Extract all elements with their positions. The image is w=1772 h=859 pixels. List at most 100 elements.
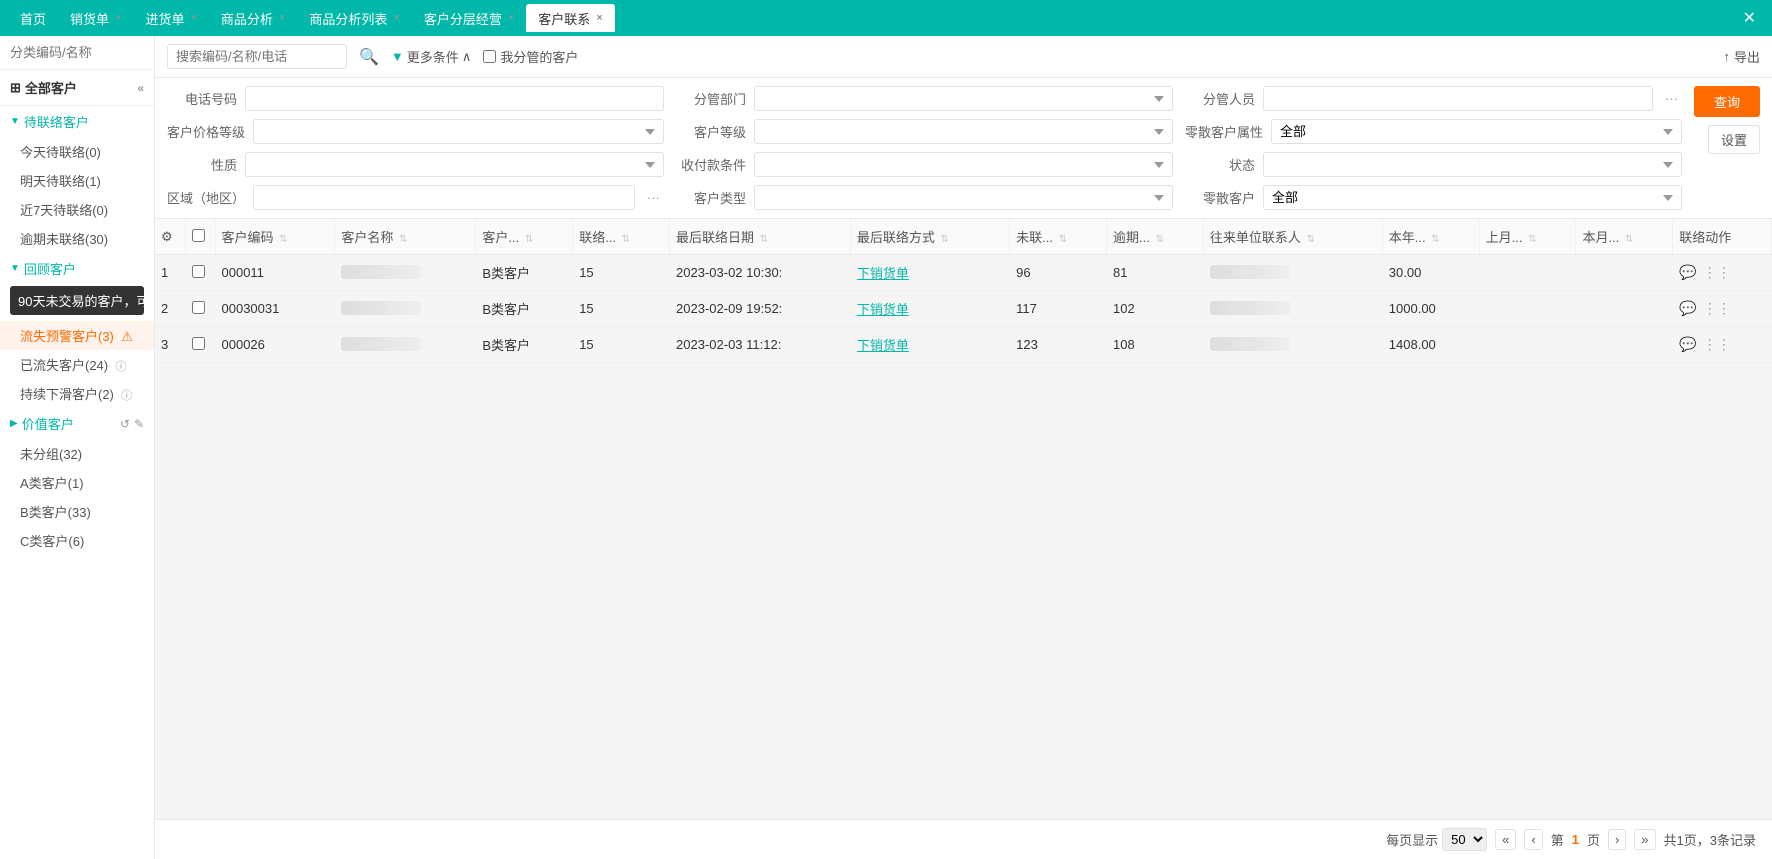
sidebar-item-tomorrow[interactable]: 明天待联络(1) [0, 166, 154, 195]
gender-select[interactable] [245, 152, 664, 177]
zero-attr-select[interactable]: 全部 [1271, 119, 1682, 144]
collapse-icon[interactable]: « [137, 81, 144, 95]
col-current-year[interactable]: 本年... ⇅ [1382, 219, 1479, 255]
row-checkbox-2[interactable] [185, 327, 215, 363]
action-chat-icon-2[interactable]: 💬 [1679, 336, 1696, 353]
sidebar-item-churn-warning[interactable]: 流失预警客户(3) ⚠ [0, 321, 154, 350]
region-input[interactable] [253, 185, 635, 210]
filter-search-input[interactable] [167, 44, 347, 69]
sidebar-all-customers[interactable]: ⊞ 全部客户 « [0, 70, 154, 106]
my-customers-checkbox-label[interactable]: 我分管的客户 [483, 47, 578, 66]
col-last-date[interactable]: 最后联络日期 ⇅ [670, 219, 851, 255]
phone-input[interactable] [245, 86, 664, 111]
query-button[interactable]: 查询 [1694, 86, 1760, 117]
row-last-method-1[interactable]: 下销货单 [850, 291, 1009, 327]
sidebar-item-churned[interactable]: 已流失客户(24) ⓘ [0, 350, 154, 379]
sidebar-group-review[interactable]: ▼ 回顾客户 [0, 253, 154, 284]
table-scroll-wrap[interactable]: ⚙ 客户编码 ⇅ 客户名称 ⇅ [155, 219, 1772, 819]
col-no-contact[interactable]: 未联... ⇅ [1010, 219, 1107, 255]
action-chat-icon-1[interactable]: 💬 [1679, 300, 1696, 317]
row-checkbox-0[interactable] [185, 255, 215, 291]
export-button[interactable]: ↑ 导出 [1723, 47, 1760, 66]
sidebar-search-input[interactable] [10, 45, 155, 60]
sidebar: 🔍 ⊞ 全部客户 « ▼ 待联络客户 今天待联络(0) 明天待联络(1) 近7天… [0, 36, 155, 859]
sidebar-item-class-a[interactable]: A类客户(1) [0, 468, 154, 497]
row-cur-month-0 [1576, 255, 1673, 291]
col-checkbox[interactable] [185, 219, 215, 255]
nav-tab-goods-list-close[interactable]: × [393, 12, 399, 24]
nav-tab-customer-layer-close[interactable]: × [508, 12, 514, 24]
col-last-month[interactable]: 上月... ⇅ [1479, 219, 1576, 255]
zero-customer-select[interactable]: 全部 [1263, 185, 1682, 210]
nav-tab-customer-layer[interactable]: 客户分层经营 × [412, 4, 526, 32]
col-name[interactable]: 客户名称 ⇅ [335, 219, 476, 255]
refresh-icon[interactable]: ↺ [120, 417, 130, 431]
prev-page-button[interactable]: ‹ [1524, 829, 1542, 850]
nav-tab-home[interactable]: 首页 [8, 4, 58, 32]
nav-tab-goods-list[interactable]: 商品分析列表 × [297, 4, 411, 32]
row-person-0 [1203, 255, 1382, 291]
row-last-method-0[interactable]: 下销货单 [850, 255, 1009, 291]
status-select[interactable] [1263, 152, 1682, 177]
table-settings-icon[interactable]: ⚙ [161, 229, 173, 244]
next-page-button[interactable]: › [1608, 829, 1626, 850]
sidebar-group-pending[interactable]: ▼ 待联络客户 [0, 106, 154, 137]
filter-search-button[interactable]: 🔍 [359, 47, 379, 67]
more-conditions-button[interactable]: ▼ 更多条件 ∧ [391, 47, 471, 66]
nav-tab-sales-close[interactable]: × [115, 12, 121, 24]
nav-tab-customer-contact[interactable]: 客户联系 × [526, 4, 614, 32]
row-action-0[interactable]: 💬 ⋮⋮ [1673, 255, 1772, 291]
sidebar-item-ungroup[interactable]: 未分组(32) [0, 439, 154, 468]
sidebar-item-class-c[interactable]: C类客户(6) [0, 526, 154, 555]
price-level-select[interactable] [253, 119, 664, 144]
sidebar-item-7days[interactable]: 近7天待联络(0) [0, 195, 154, 224]
window-close-button[interactable]: ✕ [1735, 8, 1764, 28]
row-action-1[interactable]: 💬 ⋮⋮ [1673, 291, 1772, 327]
region-dots-button[interactable]: ··· [643, 190, 664, 205]
settings-button[interactable]: 设置 [1708, 125, 1760, 154]
row-code-2: 000026 [215, 327, 335, 363]
person-input[interactable] [1263, 86, 1653, 111]
customer-level-select[interactable] [754, 119, 1173, 144]
action-chat-icon-0[interactable]: 💬 [1679, 264, 1696, 281]
row-action-2[interactable]: 💬 ⋮⋮ [1673, 327, 1772, 363]
nav-tab-sales[interactable]: 销货单 × [58, 4, 133, 32]
action-more-icon-0[interactable]: ⋮⋮ [1703, 264, 1731, 281]
action-more-icon-1[interactable]: ⋮⋮ [1703, 300, 1731, 317]
col-current-month[interactable]: 本月... ⇅ [1576, 219, 1673, 255]
first-page-button[interactable]: « [1495, 829, 1516, 850]
sidebar-item-overdue[interactable]: 逾期未联络(30) [0, 224, 154, 253]
last-page-button[interactable]: » [1634, 829, 1655, 850]
sidebar-item-declining[interactable]: 持续下滑客户(2) ⓘ [0, 379, 154, 408]
nav-tab-goods-analysis[interactable]: 商品分析 × [209, 4, 297, 32]
row-checkbox-1[interactable] [185, 291, 215, 327]
col-last-method[interactable]: 最后联络方式 ⇅ [850, 219, 1009, 255]
customer-level-label: 客户等级 [676, 122, 746, 141]
col-action: 联络动作 [1673, 219, 1772, 255]
my-customers-checkbox[interactable] [483, 50, 496, 63]
sidebar-item-class-b[interactable]: B类客户(33) [0, 497, 154, 526]
col-contact-count[interactable]: 联络... ⇅ [573, 219, 670, 255]
dept-select[interactable] [754, 86, 1173, 111]
nav-tab-purchase[interactable]: 进货单 × [133, 4, 208, 32]
person-dots-button[interactable]: ··· [1661, 91, 1682, 106]
per-page-select[interactable]: 50 [1442, 828, 1487, 851]
nav-tab-purchase-close[interactable]: × [190, 12, 196, 24]
filter-row-3: 性质 收付款条件 状态 [167, 152, 1682, 177]
col-settings[interactable]: ⚙ [155, 219, 185, 255]
edit-icon[interactable]: ✎ [134, 417, 144, 431]
sidebar-group-value[interactable]: ▶ 价值客户 ↺ ✎ [0, 408, 154, 439]
col-overdue[interactable]: 逾期... ⇅ [1106, 219, 1203, 255]
nav-tab-goods-analysis-close[interactable]: × [279, 12, 285, 24]
col-contact-person[interactable]: 往来单位联系人 ⇅ [1203, 219, 1382, 255]
action-more-icon-2[interactable]: ⋮⋮ [1703, 336, 1731, 353]
customer-type-select[interactable] [754, 185, 1173, 210]
row-last-method-2[interactable]: 下销货单 [850, 327, 1009, 363]
col-code[interactable]: 客户编码 ⇅ [215, 219, 335, 255]
sidebar-item-today[interactable]: 今天待联络(0) [0, 137, 154, 166]
select-all-checkbox[interactable] [192, 229, 205, 242]
page-label: 页 [1587, 830, 1600, 849]
col-type[interactable]: 客户... ⇅ [476, 219, 573, 255]
payment-select[interactable] [754, 152, 1173, 177]
nav-tab-customer-contact-close[interactable]: × [596, 12, 602, 24]
